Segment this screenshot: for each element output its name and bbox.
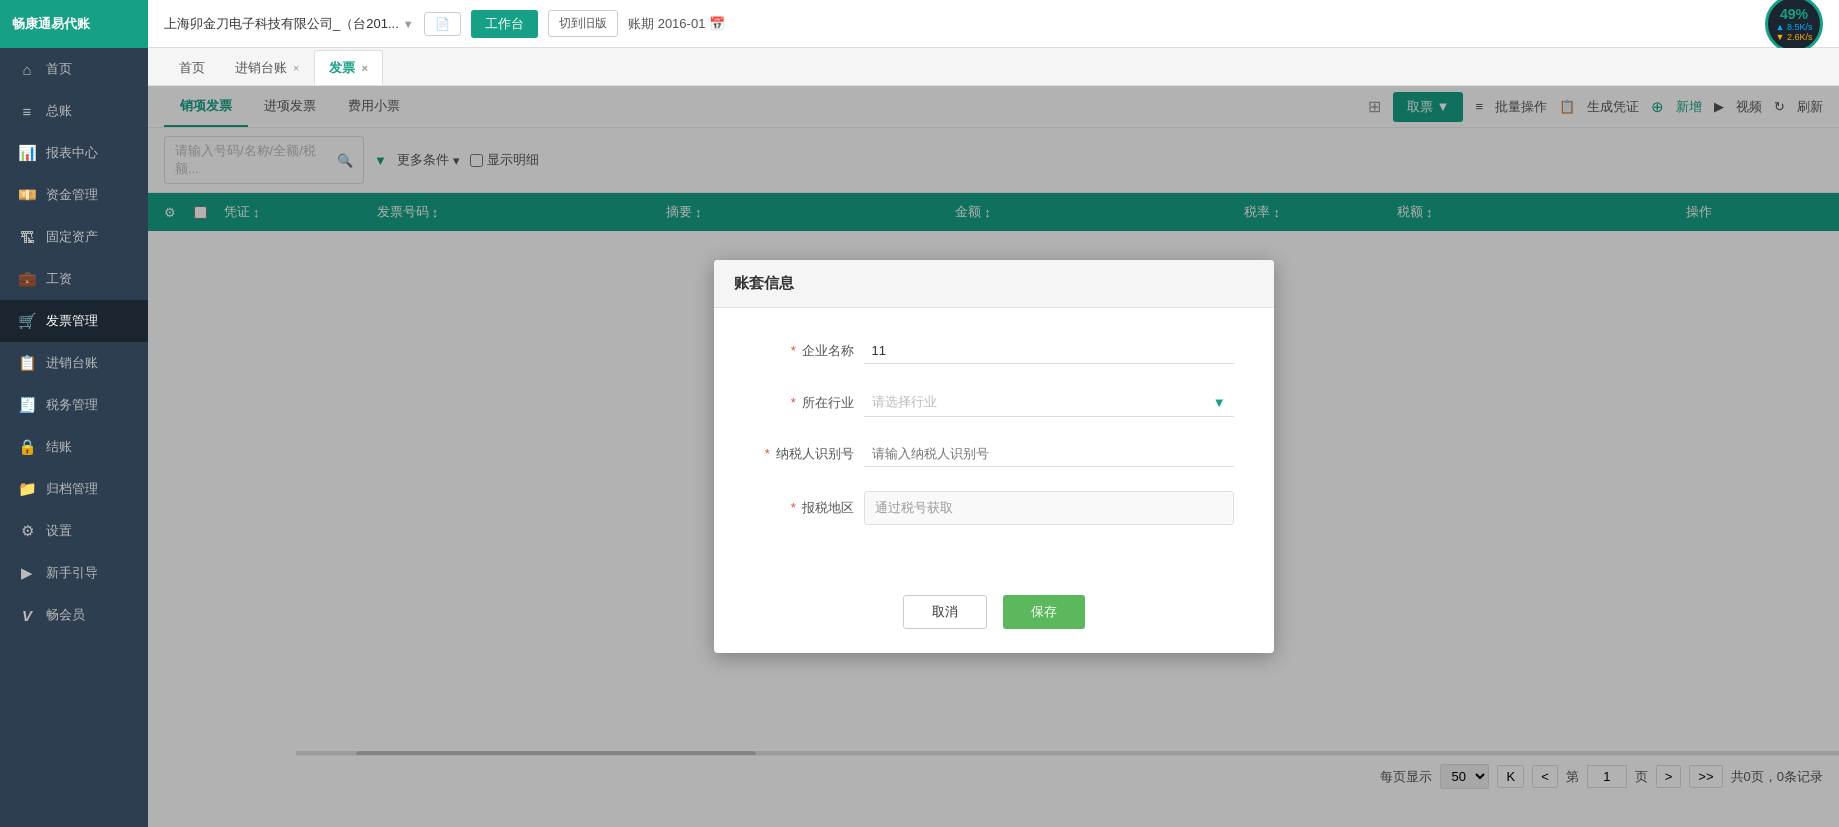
sidebar-item-guide[interactable]: ▶ 新手引导 (0, 552, 148, 594)
topbar-right: 49% ▲ 8.5K/s ▼ 2.6K/s (1765, 0, 1823, 53)
company-name-label: * 企业名称 (754, 342, 864, 360)
report-icon: 📊 (18, 144, 36, 162)
account-info-modal: 账套信息 * 企业名称 * 所在行业 (714, 260, 1274, 653)
industry-dropdown-icon: ▼ (1213, 395, 1226, 410)
tax-id-row: * 纳税人识别号 (754, 441, 1234, 467)
cancel-button[interactable]: 取消 (903, 595, 987, 629)
tax-icon: 🧾 (18, 396, 36, 414)
sidebar: 畅康通易代账 ⌂ 首页 ≡ 总账 📊 报表中心 💴 资金管理 🏗 固定资产 💼 … (0, 0, 148, 827)
close-accounts-icon: 🔒 (18, 438, 36, 456)
asset-icon: 🏗 (18, 229, 36, 246)
archive-icon: 📁 (18, 480, 36, 498)
modal-footer: 取消 保存 (714, 579, 1274, 653)
speed-indicator: 49% ▲ 8.5K/s ▼ 2.6K/s (1765, 0, 1823, 53)
sidebar-item-home[interactable]: ⌂ 首页 (0, 48, 148, 90)
tab-invoice[interactable]: 发票 × (314, 50, 382, 85)
topbar: 上海卯金刀电子科技有限公司_（台201... ▼ 📄 工作台 切到旧版 账期 2… (148, 0, 1839, 48)
company-name-row: * 企业名称 (754, 338, 1234, 364)
company-dropdown-icon: ▼ (403, 18, 414, 30)
modal-overlay: 账套信息 * 企业名称 * 所在行业 (148, 86, 1839, 827)
copy-icon: 📄 (435, 17, 450, 31)
settings-icon: ⚙ (18, 522, 36, 540)
industry-label: * 所在行业 (754, 394, 864, 412)
tab-purchase[interactable]: 进销台账 × (220, 50, 314, 85)
home-icon: ⌂ (18, 61, 36, 78)
sidebar-item-capital[interactable]: 💴 资金管理 (0, 174, 148, 216)
member-icon: V (18, 607, 36, 624)
save-button[interactable]: 保存 (1003, 595, 1085, 629)
modal-body: * 企业名称 * 所在行业 请选择行业 ▼ (714, 308, 1274, 579)
sidebar-item-archive[interactable]: 📁 归档管理 (0, 468, 148, 510)
company-name-input[interactable] (864, 338, 1234, 364)
tab-invoice-close-icon[interactable]: × (361, 62, 367, 74)
sidebar-item-invoice[interactable]: 🛒 发票管理 (0, 300, 148, 342)
industry-row: * 所在行业 请选择行业 ▼ (754, 388, 1234, 417)
sidebar-item-report[interactable]: 📊 报表中心 (0, 132, 148, 174)
sidebar-item-close[interactable]: 🔒 结账 (0, 426, 148, 468)
industry-select[interactable]: 请选择行业 ▼ (864, 388, 1234, 417)
ledger-icon: ≡ (18, 103, 36, 120)
main-area: 上海卯金刀电子科技有限公司_（台201... ▼ 📄 工作台 切到旧版 账期 2… (148, 0, 1839, 827)
sidebar-item-salary[interactable]: 💼 工资 (0, 258, 148, 300)
workspace-button[interactable]: 工作台 (471, 10, 538, 38)
sidebar-logo: 畅康通易代账 (0, 0, 148, 48)
tax-id-input[interactable] (864, 441, 1234, 467)
tab-home[interactable]: 首页 (164, 50, 220, 85)
old-version-button[interactable]: 切到旧版 (548, 10, 618, 37)
sidebar-item-member[interactable]: V 畅会员 (0, 594, 148, 636)
calendar-icon[interactable]: 📅 (709, 16, 725, 31)
copy-button[interactable]: 📄 (424, 12, 461, 36)
tab-bar: 首页 进销台账 × 发票 × (148, 48, 1839, 86)
invoice-icon: 🛒 (18, 312, 36, 330)
modal-title: 账套信息 (714, 260, 1274, 308)
company-name: 上海卯金刀电子科技有限公司_（台201... (164, 15, 399, 33)
tax-id-label: * 纳税人识别号 (754, 445, 864, 463)
sidebar-item-asset[interactable]: 🏗 固定资产 (0, 216, 148, 258)
sidebar-item-tax[interactable]: 🧾 税务管理 (0, 384, 148, 426)
purchase-icon: 📋 (18, 354, 36, 372)
tax-region-label: * 报税地区 (754, 499, 864, 517)
company-selector[interactable]: 上海卯金刀电子科技有限公司_（台201... ▼ (164, 15, 414, 33)
sidebar-item-settings[interactable]: ⚙ 设置 (0, 510, 148, 552)
content-area: 销项发票 进项发票 费用小票 ⊞ 取票 ▼ ≡ 批量操作 📋 生成凭证 ⊕ 新 (148, 86, 1839, 827)
sidebar-item-purchase[interactable]: 📋 进销台账 (0, 342, 148, 384)
tax-region-row: * 报税地区 通过税号获取 (754, 491, 1234, 525)
sidebar-item-ledger[interactable]: ≡ 总账 (0, 90, 148, 132)
capital-icon: 💴 (18, 186, 36, 204)
period-display: 账期 2016-01 📅 (628, 15, 726, 33)
tax-region-display: 通过税号获取 (864, 491, 1234, 525)
guide-icon: ▶ (18, 564, 36, 582)
salary-icon: 💼 (18, 270, 36, 288)
logo-text: 畅康通易代账 (12, 15, 90, 33)
tab-purchase-close-icon[interactable]: × (293, 62, 299, 74)
